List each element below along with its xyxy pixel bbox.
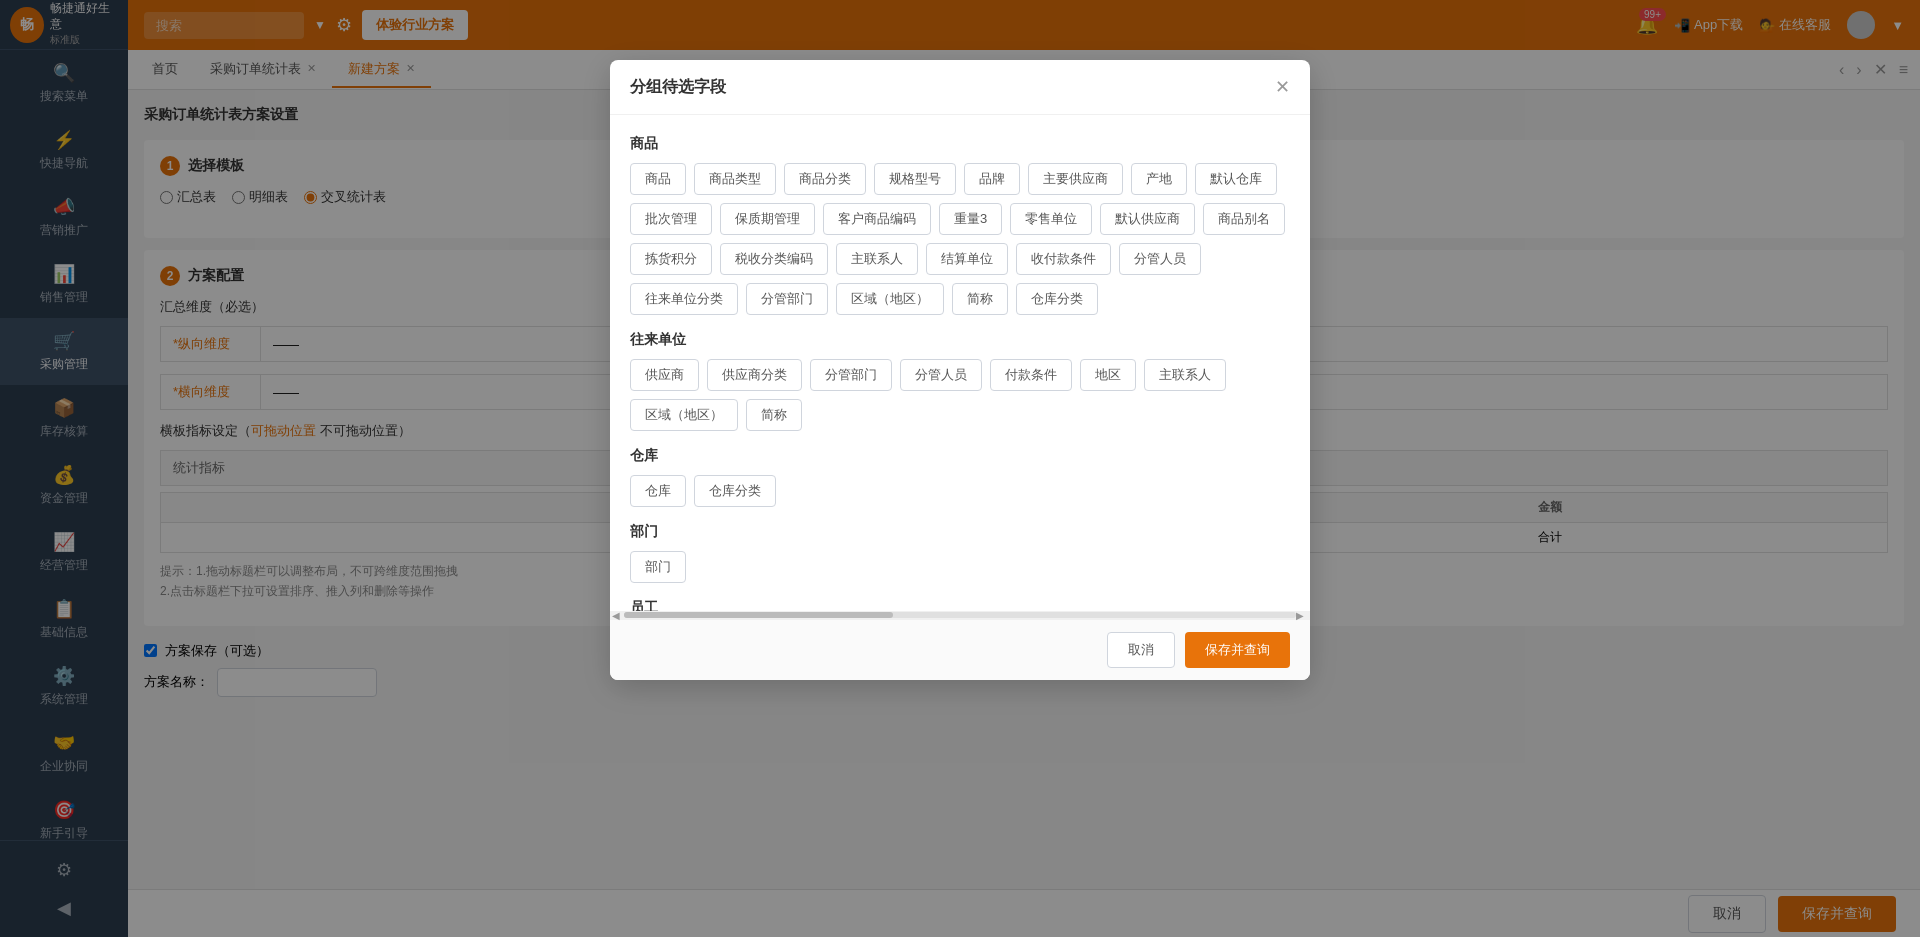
modal-header: 分组待选字段 ✕ — [610, 60, 1310, 115]
section-title-goods: 商品 — [630, 135, 1290, 153]
modal-overlay: 分组待选字段 ✕ 商品 商品 商品类型 商品分类 规格型号 品牌 主要供应商 产… — [0, 0, 1920, 937]
modal-close-btn[interactable]: ✕ — [1275, 76, 1290, 98]
field-group-goods: 商品 商品类型 商品分类 规格型号 品牌 主要供应商 产地 默认仓库 批次管理 … — [630, 163, 1290, 315]
field-btn-cp-7[interactable]: 区域（地区） — [630, 399, 738, 431]
field-group-counterpart: 供应商 供应商分类 分管部门 分管人员 付款条件 地区 主联系人 区域（地区） … — [630, 359, 1290, 431]
field-btn-cp-3[interactable]: 分管人员 — [900, 359, 982, 391]
field-btn-goods-12[interactable]: 零售单位 — [1010, 203, 1092, 235]
scrollbar-track — [624, 612, 1297, 618]
field-btn-cp-0[interactable]: 供应商 — [630, 359, 699, 391]
field-btn-goods-24[interactable]: 简称 — [952, 283, 1008, 315]
field-btn-cp-1[interactable]: 供应商分类 — [707, 359, 802, 391]
field-btn-goods-15[interactable]: 拣货积分 — [630, 243, 712, 275]
field-btn-cp-2[interactable]: 分管部门 — [810, 359, 892, 391]
field-btn-goods-16[interactable]: 税收分类编码 — [720, 243, 828, 275]
field-btn-goods-6[interactable]: 产地 — [1131, 163, 1187, 195]
modal-horizontal-scrollbar[interactable]: ◀ ▶ — [610, 611, 1310, 619]
field-btn-goods-18[interactable]: 结算单位 — [926, 243, 1008, 275]
modal-cancel-btn[interactable]: 取消 — [1107, 632, 1175, 668]
field-btn-goods-13[interactable]: 默认供应商 — [1100, 203, 1195, 235]
section-title-employee: 员工 — [630, 599, 1290, 611]
section-title-warehouse: 仓库 — [630, 447, 1290, 465]
scrollbar-right-arrow[interactable]: ▶ — [1296, 610, 1308, 621]
field-btn-goods-10[interactable]: 客户商品编码 — [823, 203, 931, 235]
field-btn-goods-5[interactable]: 主要供应商 — [1028, 163, 1123, 195]
modal-footer: 取消 保存并查询 — [610, 619, 1310, 680]
field-btn-cp-5[interactable]: 地区 — [1080, 359, 1136, 391]
field-group-warehouse: 仓库 仓库分类 — [630, 475, 1290, 507]
section-title-department: 部门 — [630, 523, 1290, 541]
field-btn-goods-20[interactable]: 分管人员 — [1119, 243, 1201, 275]
modal-title: 分组待选字段 — [630, 77, 726, 98]
field-btn-wh-1[interactable]: 仓库分类 — [694, 475, 776, 507]
field-btn-cp-6[interactable]: 主联系人 — [1144, 359, 1226, 391]
scrollbar-thumb[interactable] — [624, 612, 893, 618]
field-btn-goods-2[interactable]: 商品分类 — [784, 163, 866, 195]
field-btn-goods-8[interactable]: 批次管理 — [630, 203, 712, 235]
section-title-counterpart: 往来单位 — [630, 331, 1290, 349]
field-btn-goods-22[interactable]: 分管部门 — [746, 283, 828, 315]
field-btn-goods-14[interactable]: 商品别名 — [1203, 203, 1285, 235]
field-btn-wh-0[interactable]: 仓库 — [630, 475, 686, 507]
field-btn-goods-25[interactable]: 仓库分类 — [1016, 283, 1098, 315]
field-btn-goods-23[interactable]: 区域（地区） — [836, 283, 944, 315]
field-btn-goods-17[interactable]: 主联系人 — [836, 243, 918, 275]
field-btn-goods-1[interactable]: 商品类型 — [694, 163, 776, 195]
field-btn-goods-19[interactable]: 收付款条件 — [1016, 243, 1111, 275]
modal-confirm-btn[interactable]: 保存并查询 — [1185, 632, 1290, 668]
field-btn-goods-4[interactable]: 品牌 — [964, 163, 1020, 195]
field-btn-cp-8[interactable]: 简称 — [746, 399, 802, 431]
modal-body[interactable]: 商品 商品 商品类型 商品分类 规格型号 品牌 主要供应商 产地 默认仓库 批次… — [610, 115, 1310, 611]
field-btn-goods-0[interactable]: 商品 — [630, 163, 686, 195]
field-btn-goods-3[interactable]: 规格型号 — [874, 163, 956, 195]
field-group-department: 部门 — [630, 551, 1290, 583]
field-btn-dept-0[interactable]: 部门 — [630, 551, 686, 583]
scrollbar-left-arrow[interactable]: ◀ — [612, 610, 624, 621]
modal: 分组待选字段 ✕ 商品 商品 商品类型 商品分类 规格型号 品牌 主要供应商 产… — [610, 60, 1310, 680]
field-btn-goods-9[interactable]: 保质期管理 — [720, 203, 815, 235]
field-btn-goods-11[interactable]: 重量3 — [939, 203, 1002, 235]
field-btn-goods-21[interactable]: 往来单位分类 — [630, 283, 738, 315]
field-btn-goods-7[interactable]: 默认仓库 — [1195, 163, 1277, 195]
field-btn-cp-4[interactable]: 付款条件 — [990, 359, 1072, 391]
